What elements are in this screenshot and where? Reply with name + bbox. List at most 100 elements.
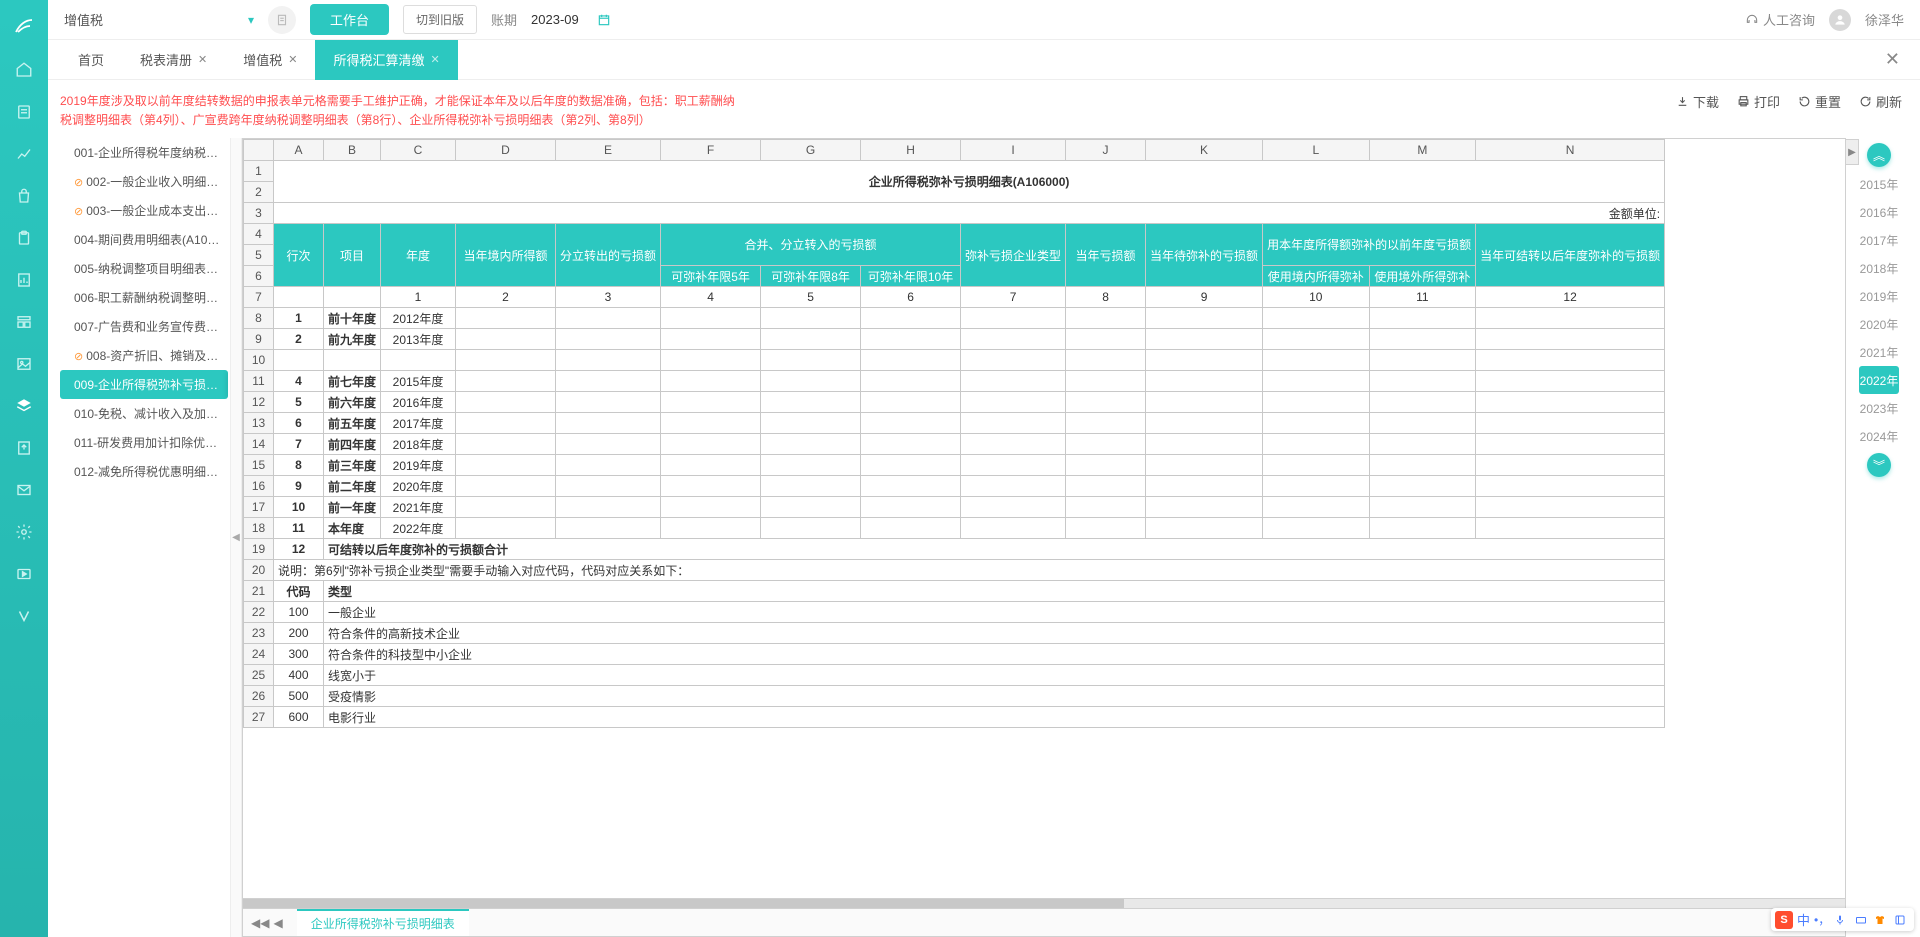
cell[interactable] (961, 392, 1066, 413)
year-option[interactable]: 2016年 (1859, 198, 1899, 226)
cell[interactable]: 2015年度 (381, 371, 456, 392)
cell[interactable]: 10 (1263, 287, 1370, 308)
cell[interactable] (556, 371, 661, 392)
row-header[interactable]: 12 (244, 392, 274, 413)
cell[interactable] (1369, 308, 1476, 329)
bag-icon[interactable] (14, 186, 34, 206)
cell[interactable]: 企业所得税弥补亏损明细表(A106000) (274, 161, 1665, 203)
cell[interactable]: 600 (274, 707, 324, 728)
row-header[interactable]: 1 (244, 161, 274, 182)
cell[interactable] (1369, 476, 1476, 497)
doc-icon[interactable] (14, 102, 34, 122)
cell[interactable]: 前七年度 (324, 371, 381, 392)
cell[interactable] (861, 413, 961, 434)
row-header[interactable]: 2 (244, 182, 274, 203)
cell[interactable] (661, 392, 761, 413)
cell[interactable]: 2016年度 (381, 392, 456, 413)
cell[interactable] (961, 350, 1066, 371)
cell[interactable] (1263, 518, 1370, 539)
cell[interactable] (761, 434, 861, 455)
cell[interactable] (661, 434, 761, 455)
row-header[interactable]: 26 (244, 686, 274, 707)
cell[interactable] (1146, 371, 1263, 392)
row-header[interactable]: 9 (244, 329, 274, 350)
cell[interactable] (1476, 392, 1665, 413)
cell[interactable] (1263, 329, 1370, 350)
tab[interactable]: 税表清册✕ (122, 40, 225, 80)
cell[interactable] (861, 392, 961, 413)
cell[interactable] (961, 497, 1066, 518)
user-avatar[interactable] (1829, 9, 1851, 31)
cell[interactable]: 500 (274, 686, 324, 707)
cell[interactable]: 前五年度 (324, 413, 381, 434)
period-value[interactable]: 2023-09 (531, 12, 579, 27)
refresh-button[interactable]: 刷新 (1859, 92, 1902, 111)
cell[interactable]: 2022年度 (381, 518, 456, 539)
row-header[interactable]: 20 (244, 560, 274, 581)
cell[interactable] (1146, 476, 1263, 497)
cell[interactable]: 代码 (274, 581, 324, 602)
cell[interactable]: 6 (274, 413, 324, 434)
cell[interactable] (1476, 497, 1665, 518)
cell[interactable]: 11 (1369, 287, 1476, 308)
cell[interactable] (556, 476, 661, 497)
cell[interactable] (556, 434, 661, 455)
cell[interactable] (556, 392, 661, 413)
cell[interactable] (961, 413, 1066, 434)
row-header[interactable]: 11 (244, 371, 274, 392)
cell[interactable]: 5 (761, 287, 861, 308)
ime-punct-icon[interactable]: •， (1814, 911, 1830, 928)
cell[interactable] (456, 455, 556, 476)
chart-icon[interactable] (14, 144, 34, 164)
row-header[interactable]: 7 (244, 287, 274, 308)
cell[interactable] (861, 518, 961, 539)
cell[interactable] (1369, 518, 1476, 539)
cell[interactable] (1146, 308, 1263, 329)
collapse-tree-handle[interactable]: ◀ (230, 138, 242, 937)
cell[interactable]: 2021年度 (381, 497, 456, 518)
cell[interactable]: 前六年度 (324, 392, 381, 413)
row-header[interactable]: 8 (244, 308, 274, 329)
tree-item[interactable]: 007-广告费和业务宣传费跨... (60, 312, 228, 341)
tree-item[interactable]: 005-纳税调整项目明细表(A1... (60, 254, 228, 283)
tree-item[interactable]: 004-期间费用明细表(A1040... (60, 225, 228, 254)
year-down[interactable]: ︾ (1867, 453, 1891, 477)
expand-sheet-handle[interactable]: ▶ (1845, 139, 1859, 165)
cell[interactable]: 使用境内所得弥补 (1263, 266, 1370, 287)
cell[interactable] (761, 371, 861, 392)
cell[interactable] (961, 308, 1066, 329)
stack-icon[interactable] (14, 396, 34, 416)
ime-keyboard-icon[interactable] (1854, 914, 1870, 926)
cell[interactable]: 200 (274, 623, 324, 644)
row-header[interactable]: 16 (244, 476, 274, 497)
doc-button[interactable] (268, 6, 296, 34)
cell[interactable]: 4 (274, 371, 324, 392)
tree-item[interactable]: ⊘003-一般企业成本支出明细... (60, 196, 228, 225)
tab-close-icon[interactable]: ✕ (431, 53, 440, 66)
cell[interactable] (456, 518, 556, 539)
cell[interactable]: 2013年度 (381, 329, 456, 350)
col-header[interactable]: K (1146, 140, 1263, 161)
tab-close-icon[interactable]: ✕ (288, 53, 297, 66)
tree-item[interactable]: 012-减免所得税优惠明细表(... (60, 457, 228, 486)
cell[interactable] (661, 455, 761, 476)
row-header[interactable]: 4 (244, 224, 274, 245)
cell[interactable] (761, 413, 861, 434)
cell[interactable] (1369, 413, 1476, 434)
consult-link[interactable]: 人工咨询 (1745, 10, 1815, 29)
cell[interactable] (456, 371, 556, 392)
cell[interactable]: 行次 (274, 224, 324, 287)
cell[interactable]: 9 (1146, 287, 1263, 308)
cell[interactable] (661, 308, 761, 329)
cell[interactable]: 2018年度 (381, 434, 456, 455)
close-all-tabs[interactable]: ✕ (1877, 49, 1908, 70)
tab-close-icon[interactable]: ✕ (198, 53, 207, 66)
col-header[interactable]: H (861, 140, 961, 161)
tab[interactable]: 首页 (60, 40, 122, 80)
cell[interactable]: 类型 (324, 581, 1665, 602)
col-header[interactable]: D (456, 140, 556, 161)
row-header[interactable]: 5 (244, 245, 274, 266)
cell[interactable] (1146, 518, 1263, 539)
cell[interactable] (1146, 413, 1263, 434)
cell[interactable]: 前一年度 (324, 497, 381, 518)
